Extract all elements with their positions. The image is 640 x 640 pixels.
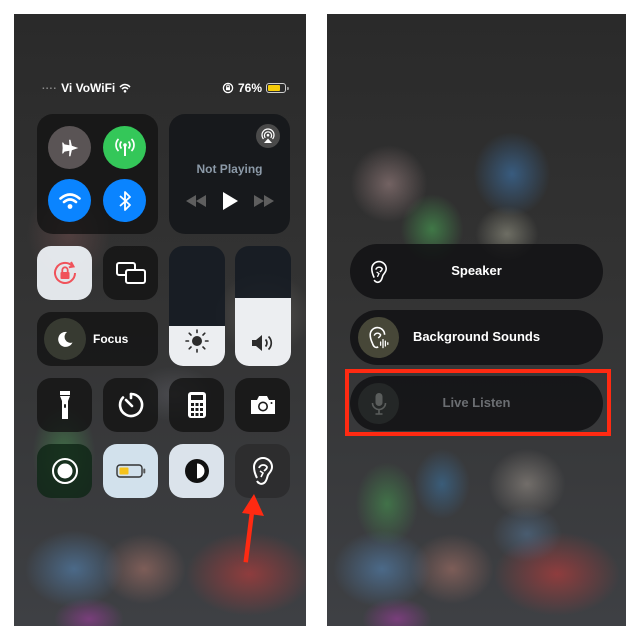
wifi-icon [119,83,131,93]
now-playing-status: Not Playing [196,162,263,176]
camera-button[interactable] [235,378,290,432]
hearing-button[interactable] [235,444,290,498]
battery-percent: 76% [237,81,262,95]
calculator-icon [187,392,206,418]
camera-icon [250,396,275,414]
battery-icon [115,464,145,478]
annotation-arrow [242,494,264,563]
airplay-button[interactable] [256,124,280,148]
screen-recording-button[interactable] [37,444,92,498]
speaker-icon [252,335,273,351]
bluetooth-icon [118,190,131,211]
screen-mirroring-button[interactable] [103,246,158,300]
fast-forward-icon[interactable] [253,195,274,207]
low-power-mode-button[interactable] [103,444,158,498]
brightness-slider[interactable] [169,246,225,366]
airplane-mode-toggle[interactable] [48,126,91,169]
background-sounds-option[interactable]: Background Sounds [350,310,603,365]
cellular-antenna-icon [114,137,135,156]
flashlight-icon [59,391,70,419]
rewind-icon[interactable] [185,195,206,207]
flashlight-button[interactable] [37,378,92,432]
carrier-label: Vi VoWiFi [61,81,116,95]
annotation-highlight-box [345,369,611,436]
dark-mode-icon [184,459,209,483]
bluetooth-toggle[interactable] [103,179,146,222]
screen-mirroring-icon [115,262,146,284]
moon-icon [58,331,73,347]
hearing-options-screen: Speaker Background Sounds Live Listen [327,14,626,626]
signal-strength-icon: .... [42,80,58,92]
volume-slider[interactable] [235,246,291,366]
focus-label: Focus [93,332,129,346]
sun-icon [185,329,209,353]
orientation-lock-button[interactable] [37,246,92,300]
calculator-button[interactable] [169,378,224,432]
cellular-data-toggle[interactable] [103,126,146,169]
status-bar: .... Vi VoWiFi 76% [42,80,289,96]
now-playing-module[interactable]: Not Playing [169,114,290,234]
speaker-option[interactable]: Speaker [350,244,603,299]
battery-fill [268,85,281,91]
ear-icon [252,457,273,485]
timer-icon [118,392,143,418]
battery-icon [266,83,289,93]
airplay-audio-icon [261,128,275,143]
record-icon [51,458,78,484]
airplane-icon [61,139,78,156]
timer-button[interactable] [103,378,158,432]
focus-button[interactable]: Focus [37,312,158,366]
dark-mode-button[interactable] [169,444,224,498]
play-icon[interactable] [222,192,238,210]
speaker-label: Speaker [451,263,502,278]
wifi-icon [58,192,81,209]
connectivity-module [37,114,158,234]
control-center-screen: .... Vi VoWiFi 76% Not Playing Focus [14,14,306,626]
orientation-lock-icon [222,82,234,94]
wifi-toggle[interactable] [48,179,91,222]
rotation-lock-icon [53,261,76,284]
background-sounds-label: Background Sounds [412,329,541,344]
